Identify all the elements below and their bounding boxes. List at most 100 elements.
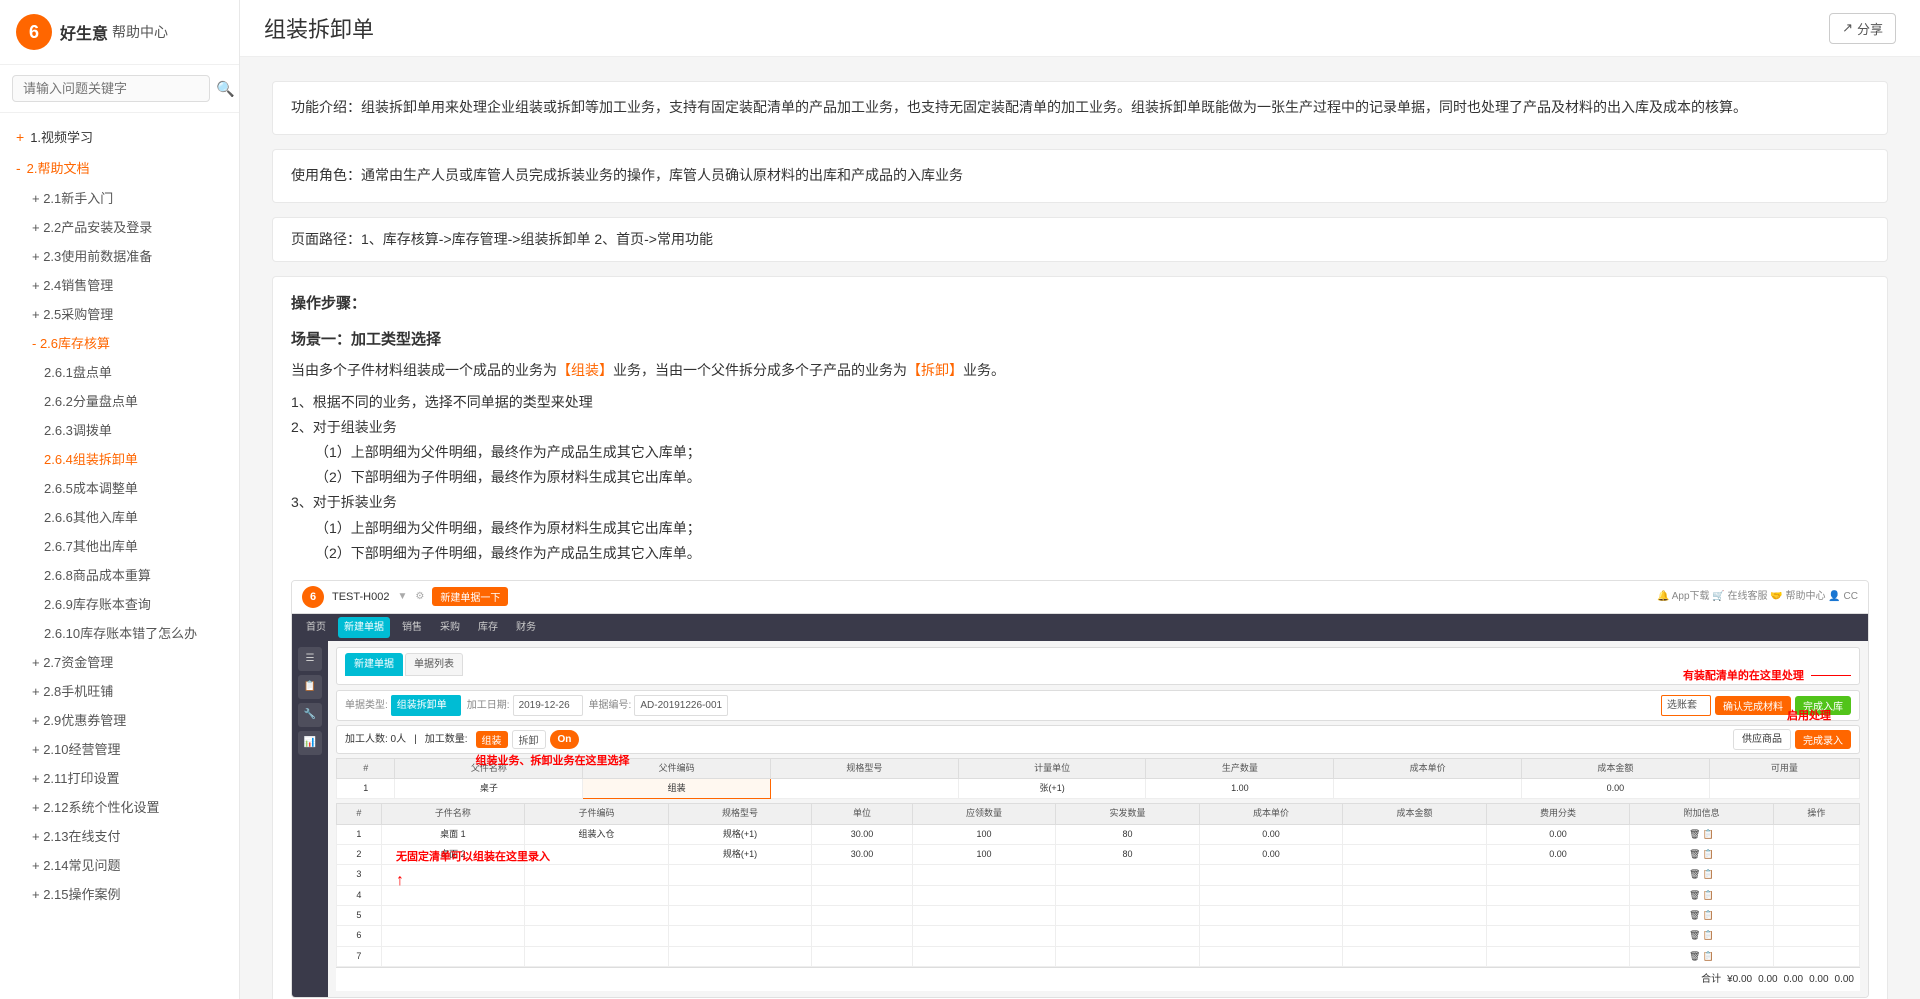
- screenshot-block: 6 TEST-H002 ▼ ⚙ 新建单据一下 🔔 App下载 🛒 在线客服 🤝 …: [291, 580, 1869, 998]
- sidebar-item-263[interactable]: 2.6.3调拨单: [0, 415, 239, 444]
- sidebar-item-269[interactable]: 2.6.9库存账本查询: [0, 589, 239, 618]
- mock-tab-new: 新建单据: [345, 653, 403, 676]
- annotation-1: 有装配清单的在这里处理: [1683, 667, 1851, 686]
- sidebar-item-24[interactable]: + 2.4销售管理: [0, 270, 239, 299]
- mock-new-btn[interactable]: 新建单据一下: [432, 587, 508, 606]
- collapse-icon: -: [16, 160, 21, 176]
- sidebar-item-22[interactable]: + 2.2产品安装及登录: [0, 212, 239, 241]
- sidebar-item-267[interactable]: 2.6.7其他出库单: [0, 531, 239, 560]
- mock-enable-btn[interactable]: 完成录入: [1795, 730, 1851, 749]
- sidebar-item-25[interactable]: + 2.5采购管理: [0, 299, 239, 328]
- share-label: 分享: [1857, 19, 1883, 38]
- search-input[interactable]: [12, 75, 210, 102]
- mock-nav-finance: 财务: [510, 617, 542, 638]
- sidebar-item-264[interactable]: 2.6.4组装拆卸单: [0, 444, 239, 473]
- mock-nav-current: 新建单据: [338, 617, 390, 638]
- sidebar-item-214[interactable]: + 2.14常见问题: [0, 850, 239, 879]
- sidebar-item-2610[interactable]: 2.6.10库存账本错了怎么办: [0, 618, 239, 647]
- annotation-2: 组装业务、拆卸业务在这里选择: [476, 752, 630, 771]
- expand-icon: +: [16, 129, 24, 145]
- mock-footer: 合计 ¥0.00 0.00 0.00 0.00 0.00: [336, 967, 1860, 991]
- sidebar-item-265[interactable]: 2.6.5成本调整单: [0, 473, 239, 502]
- sidebar-item-help-docs[interactable]: - 2.帮助文档: [0, 152, 239, 183]
- sidebar-item-212[interactable]: + 2.12系统个性化设置: [0, 792, 239, 821]
- sidebar-item-label: 2.帮助文档: [27, 158, 90, 177]
- sidebar-item-262[interactable]: 2.6.2分量盘点单: [0, 386, 239, 415]
- annotation-3: 启用处理: [1787, 707, 1831, 726]
- sidebar-item-268[interactable]: 2.6.8商品成本重算: [0, 560, 239, 589]
- table-row: 1 桌子 组装 张(+1) 1.00 0.00: [337, 779, 1860, 799]
- process-type-area: 组装 拆卸 On 组装业务、拆卸业务在这里选择: [476, 730, 580, 749]
- steps-title: 操作步骤：: [291, 291, 1869, 317]
- logo-brand: 好生意: [60, 20, 108, 44]
- mock-topbar: 6 TEST-H002 ▼ ⚙ 新建单据一下 🔔 App下载 🛒 在线客服 🤝 …: [292, 581, 1868, 614]
- step-list: 1、根据不同的业务，选择不同单据的类型来处理 2、对于组装业务 （1）上部明细为…: [291, 390, 1869, 566]
- mock-ui: 6 TEST-H002 ▼ ⚙ 新建单据一下 🔔 App下载 🛒 在线客服 🤝 …: [292, 581, 1868, 997]
- mock-nav-home: 首页: [300, 617, 332, 638]
- path-block: 页面路径：1、库存核算->库存管理->组装拆卸单 2、首页->常用功能: [272, 217, 1888, 263]
- mock-tabs: 新建单据 单据列表: [345, 653, 463, 676]
- mock-sidebar-nav: ☰ 📋 🔧 📊: [292, 641, 328, 997]
- steps-block: 操作步骤： 场景一：加工类型选择 当由多个子件材料组装成一个成品的业务为【组装】…: [272, 276, 1888, 999]
- mock-tab-list: 单据列表: [405, 653, 463, 676]
- mock-confirm-btn[interactable]: 确认完成材料: [1715, 696, 1791, 715]
- table-row: 2 桌面 2 规格(+1) 30.00 100 80 0.00: [337, 845, 1860, 865]
- intro-block: 功能介绍：组装拆卸单用来处理企业组装或拆卸等加工业务，支持有固定装配清单的产品加…: [272, 81, 1888, 135]
- mock-assemble-btn[interactable]: 组装: [476, 731, 508, 748]
- mock-nav-sales: 销售: [396, 617, 428, 638]
- scenario1-desc: 当由多个子件材料组装成一个成品的业务为【组装】业务，当由一个父件拆分成多个子产品…: [291, 358, 1869, 383]
- sidebar-item-label: 1.视频学习: [30, 127, 93, 146]
- intro-text: 功能介绍：组装拆卸单用来处理企业组装或拆卸等加工业务，支持有固定装配清单的产品加…: [291, 99, 1747, 115]
- mock-nav: 首页 新建单据 销售 采购 库存 财务: [292, 614, 1868, 641]
- logo-icon: 6: [16, 14, 52, 50]
- mock-field-id: 单据编号: AD-20191226-001: [589, 695, 729, 716]
- sidebar-item-video[interactable]: + 1.视频学习: [0, 121, 239, 152]
- sidebar-item-266[interactable]: 2.6.6其他入库单: [0, 502, 239, 531]
- mock-icon-3: 🔧: [298, 703, 322, 727]
- logo-subtitle: 帮助中心: [112, 22, 168, 42]
- table-row: 6: [337, 926, 1860, 946]
- sidebar-item-261[interactable]: 2.6.1盘点单: [0, 357, 239, 386]
- sidebar-item-210[interactable]: + 2.10经营管理: [0, 734, 239, 763]
- lower-table-area: # 子件名称 子件编码 规格型号 单位 应领数量 实发数量 成本单价: [336, 803, 1860, 966]
- mock-icon-4: 📊: [298, 731, 322, 755]
- mock-body: ☰ 📋 🔧 📊 新建单据: [292, 641, 1868, 997]
- mock-id: TEST-H002: [332, 588, 389, 607]
- sidebar-item-28[interactable]: + 2.8手机旺铺: [0, 676, 239, 705]
- mock-form-row2: 加工人数: 0人 | 加工数量: 组装 拆卸 On: [336, 725, 1860, 754]
- sidebar-item-213[interactable]: + 2.13在线支付: [0, 821, 239, 850]
- sidebar-item-23[interactable]: + 2.3使用前数据准备: [0, 241, 239, 270]
- topbar: 组装拆卸单 ↗ 分享: [240, 0, 1920, 57]
- toggle-on-indicator: On: [550, 730, 580, 749]
- mock-form-header: 新建单据 单据列表: [336, 647, 1860, 685]
- mock-nav-inventory: 库存: [472, 617, 504, 638]
- search-button[interactable]: 🔍: [216, 80, 235, 98]
- highlight-assemble: 【组装】: [557, 362, 613, 378]
- mock-icon-2: 📋: [298, 675, 322, 699]
- sidebar-item-26[interactable]: - 2.6库存核算: [0, 328, 239, 357]
- step3: 3、对于拆装业务: [291, 490, 1869, 515]
- page-title: 组装拆卸单: [264, 12, 374, 44]
- table-row: 5: [337, 905, 1860, 925]
- step3-sub1: （1）上部明细为父件明细，最终作为原材料生成其它出库单；: [315, 516, 1869, 541]
- mock-field-type: 单据类型: 组装拆卸单: [345, 695, 461, 716]
- mock-logo: 6: [302, 586, 324, 608]
- mock-nav-purchase: 采购: [434, 617, 466, 638]
- sidebar-item-215[interactable]: + 2.15操作案例: [0, 879, 239, 908]
- sidebar-item-27[interactable]: + 2.7资金管理: [0, 647, 239, 676]
- step2-sub2: （2）下部明细为子件明细，最终作为原材料生成其它出库单。: [315, 465, 1869, 490]
- table-row: 4: [337, 885, 1860, 905]
- lower-table: # 子件名称 子件编码 规格型号 单位 应领数量 实发数量 成本单价: [336, 803, 1860, 966]
- sidebar-item-29[interactable]: + 2.9优惠券管理: [0, 705, 239, 734]
- table-row: 1 桌面 1 组装入仓 规格(+1) 30.00 100 80 0.00: [337, 824, 1860, 844]
- mock-form-row: 单据类型: 组装拆卸单 加工日期: 2019-12-26 单据编号:: [336, 690, 1860, 721]
- sidebar-item-21[interactable]: + 2.1新手入门: [0, 183, 239, 212]
- sidebar-item-211[interactable]: + 2.11打印设置: [0, 763, 239, 792]
- role-text: 使用角色：通常由生产人员或库管人员完成拆装业务的操作，库管人员确认原材料的出库和…: [291, 167, 963, 183]
- highlight-disassemble: 【拆卸】: [907, 362, 963, 378]
- main-panel: 组装拆卸单 ↗ 分享 功能介绍：组装拆卸单用来处理企业组装或拆卸等加工业务，支持…: [240, 0, 1920, 999]
- enable-area: 供应商品 完成录入 启用处理: [1733, 729, 1851, 750]
- share-button[interactable]: ↗ 分享: [1829, 13, 1896, 44]
- step2-sub1: （1）上部明细为父件明细，最终作为产成品生成其它入库单；: [315, 440, 1869, 465]
- mock-disassemble-btn[interactable]: 拆卸: [512, 730, 546, 749]
